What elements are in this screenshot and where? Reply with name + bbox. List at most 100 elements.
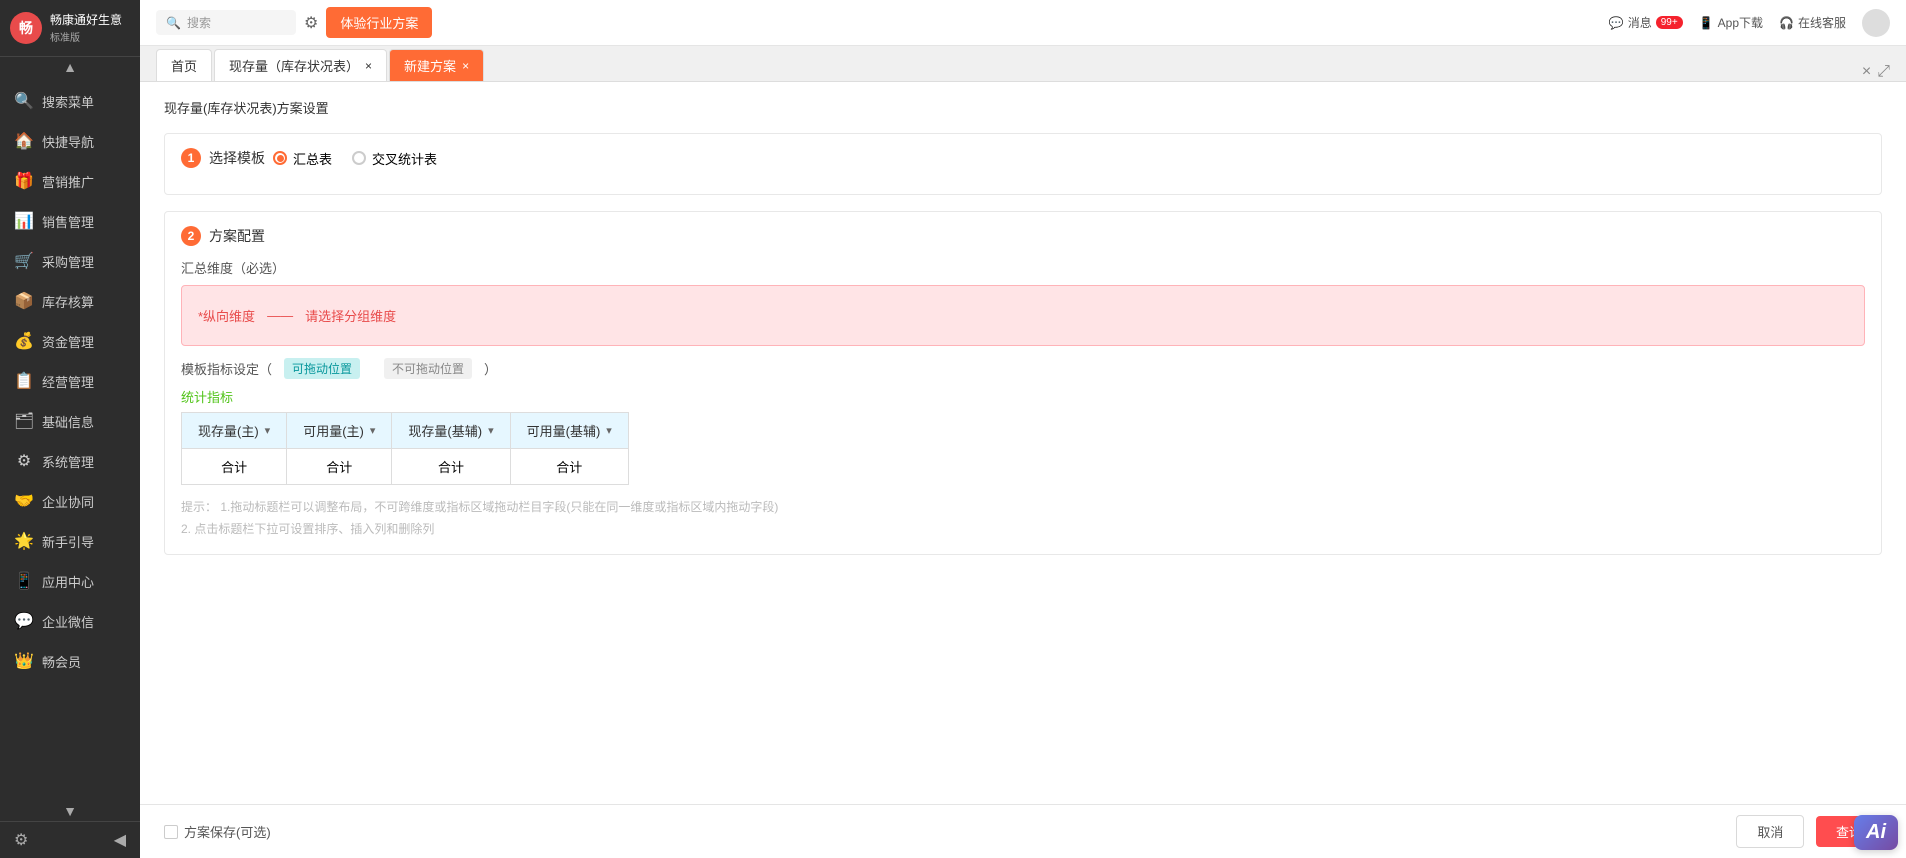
topbar-right: 💬 消息 99+ 📱 App下载 🎧 在线客服 [1609, 9, 1890, 37]
sidebar-item-search[interactable]: 🔍 搜索菜单 [0, 81, 140, 121]
tab-home[interactable]: 首页 [156, 49, 212, 81]
dimension-required: *纵向维度 [198, 306, 255, 325]
step2-number: 2 [181, 226, 201, 246]
sidebar-item-app[interactable]: 📱 应用中心 [0, 561, 140, 601]
app-download-label: App下载 [1718, 14, 1763, 31]
operations-icon: 📋 [14, 371, 34, 391]
message-item[interactable]: 💬 消息 99+ [1609, 14, 1683, 31]
sidebar-item-guide[interactable]: 🌟 新手引导 [0, 521, 140, 561]
message-icon: 💬 [1609, 16, 1624, 30]
sidebar-item-label-finance: 资金管理 [42, 332, 94, 351]
main-area: 🔍 搜索 ⚙ 体验行业方案 💬 消息 99+ 📱 App下载 🎧 在线客服 [140, 0, 1906, 858]
member-icon: 👑 [14, 651, 34, 671]
tab-close-all-icon[interactable]: × [1862, 63, 1871, 81]
brand-logo: 畅 [10, 12, 42, 44]
app-download-item[interactable]: 📱 App下载 [1699, 14, 1763, 31]
bottombar: 方案保存(可选) 取消 查询 [140, 804, 1906, 858]
topbar-settings-icon[interactable]: ⚙ [304, 13, 318, 33]
sidebar-item-shortcut[interactable]: 🏠 快捷导航 [0, 121, 140, 161]
tab-new-plan[interactable]: 新建方案 × [389, 49, 484, 81]
sidebar-item-label-member: 畅会员 [42, 652, 81, 671]
dimension-dash: —— [267, 308, 293, 323]
tab-new-plan-close-icon[interactable]: × [462, 59, 469, 73]
sidebar-item-finance[interactable]: 💰 资金管理 [0, 321, 140, 361]
hint-2: 2. 点击标题栏下拉可设置排序、插入列和删除列 [181, 519, 1865, 541]
sidebar-item-purchase[interactable]: 🛒 采购管理 [0, 241, 140, 281]
stats-cell-3: 合计 [392, 449, 510, 485]
save-option[interactable]: 方案保存(可选) [164, 822, 271, 841]
search-icon: 🔍 [14, 91, 34, 111]
sidebar-item-basic[interactable]: 🗂 基础信息 [0, 401, 140, 441]
sidebar-item-marketing[interactable]: 🎁 营销推广 [0, 161, 140, 201]
stats-table-header-row: 现存量(主) ▾ 可用量(主) ▾ [182, 413, 629, 449]
tab-new-plan-label: 新建方案 [404, 56, 456, 75]
content-area: 现存量(库存状况表)方案设置 1 选择模板 汇总表 交叉统计表 [140, 82, 1906, 804]
user-avatar[interactable] [1862, 9, 1890, 37]
dimension-placeholder: 请选择分组维度 [305, 306, 396, 325]
dimension-box[interactable]: *纵向维度 —— 请选择分组维度 [181, 285, 1865, 346]
stats-col-4[interactable]: 可用量(基辅) ▾ [510, 413, 628, 449]
sidebar-item-member[interactable]: 👑 畅会员 [0, 641, 140, 681]
sidebar-item-enterprise[interactable]: 🤝 企业协同 [0, 481, 140, 521]
ai-badge[interactable]: Ai [1854, 815, 1898, 850]
sidebar-item-label-marketing: 营销推广 [42, 172, 94, 191]
sidebar-item-wechat[interactable]: 💬 企业微信 [0, 601, 140, 641]
finance-icon: 💰 [14, 331, 34, 351]
step1-title: 选择模板 [209, 148, 265, 168]
save-checkbox[interactable] [164, 825, 178, 839]
radio-cross[interactable]: 交叉统计表 [352, 149, 437, 168]
step1-header: 1 选择模板 汇总表 交叉统计表 [181, 148, 1865, 168]
sidebar-item-operations[interactable]: 📋 经营管理 [0, 361, 140, 401]
sidebar-item-label-app: 应用中心 [42, 572, 94, 591]
sidebar-item-system[interactable]: ⚙ 系统管理 [0, 441, 140, 481]
sidebar-item-label-basic: 基础信息 [42, 412, 94, 431]
stats-col-1[interactable]: 现存量(主) ▾ [182, 413, 287, 449]
radio-summary-circle [273, 151, 287, 165]
step1-number: 1 [181, 148, 201, 168]
radio-cross-circle [352, 151, 366, 165]
stats-col-3[interactable]: 现存量(基辅) ▾ [392, 413, 510, 449]
indicators-close: ） [484, 359, 497, 378]
industry-btn[interactable]: 体验行业方案 [326, 7, 432, 38]
customer-service-item[interactable]: 🎧 在线客服 [1779, 14, 1846, 31]
sidebar-item-sales[interactable]: 📊 销售管理 [0, 201, 140, 241]
sidebar-scroll-down[interactable]: ▼ [0, 801, 140, 821]
save-label: 方案保存(可选) [184, 822, 271, 841]
system-icon: ⚙ [14, 451, 34, 471]
stats-col-3-chevron: ▾ [488, 424, 494, 437]
indicators-label: 模板指标设定（ [181, 359, 272, 378]
dimension-section-label: 汇总维度（必选） [181, 258, 1865, 277]
sidebar-item-label-search: 搜索菜单 [42, 92, 94, 111]
tab-inventory-close-icon[interactable]: × [365, 59, 372, 73]
cancel-button[interactable]: 取消 [1736, 815, 1804, 848]
tab-inventory-status[interactable]: 现存量（库存状况表） × [214, 49, 387, 81]
customer-service-icon: 🎧 [1779, 16, 1794, 30]
stats-table: 现存量(主) ▾ 可用量(主) ▾ [181, 412, 629, 485]
radio-cross-label: 交叉统计表 [372, 149, 437, 168]
search-box[interactable]: 🔍 搜索 [156, 10, 296, 35]
step2-title: 方案配置 [209, 226, 265, 246]
enterprise-icon: 🤝 [14, 491, 34, 511]
sidebar-item-label-inventory: 库存核算 [42, 292, 94, 311]
stats-col-1-chevron: ▾ [265, 424, 271, 437]
stats-col-2[interactable]: 可用量(主) ▾ [287, 413, 392, 449]
collapse-icon[interactable]: ◀ [114, 830, 126, 850]
radio-summary[interactable]: 汇总表 [273, 149, 332, 168]
stats-table-row: 合计 合计 合计 合计 [182, 449, 629, 485]
inventory-icon: 📦 [14, 291, 34, 311]
tab-expand-icon[interactable]: ⤢ [1877, 63, 1890, 81]
template-radio-group: 汇总表 交叉统计表 [273, 149, 437, 168]
page-title: 现存量(库存状况表)方案设置 [164, 98, 1882, 117]
stats-cell-1: 合计 [182, 449, 287, 485]
tab-home-label: 首页 [171, 56, 197, 75]
sidebar-item-inventory[interactable]: 📦 库存核算 [0, 281, 140, 321]
step2-header: 2 方案配置 [181, 226, 1865, 246]
stats-title: 统计指标 [181, 387, 1865, 406]
stats-col-2-chevron: ▾ [370, 424, 376, 437]
sidebar-scroll-up[interactable]: ▲ [0, 57, 140, 77]
settings-footer-icon[interactable]: ⚙ [14, 830, 28, 850]
wechat-icon: 💬 [14, 611, 34, 631]
hints-area: 提示： 1.拖动标题栏可以调整布局，不可跨维度或指标区域拖动栏目字段(只能在同一… [181, 497, 1865, 540]
sidebar-item-label-wechat: 企业微信 [42, 612, 94, 631]
nodrag-badge: 不可拖动位置 [384, 358, 472, 379]
